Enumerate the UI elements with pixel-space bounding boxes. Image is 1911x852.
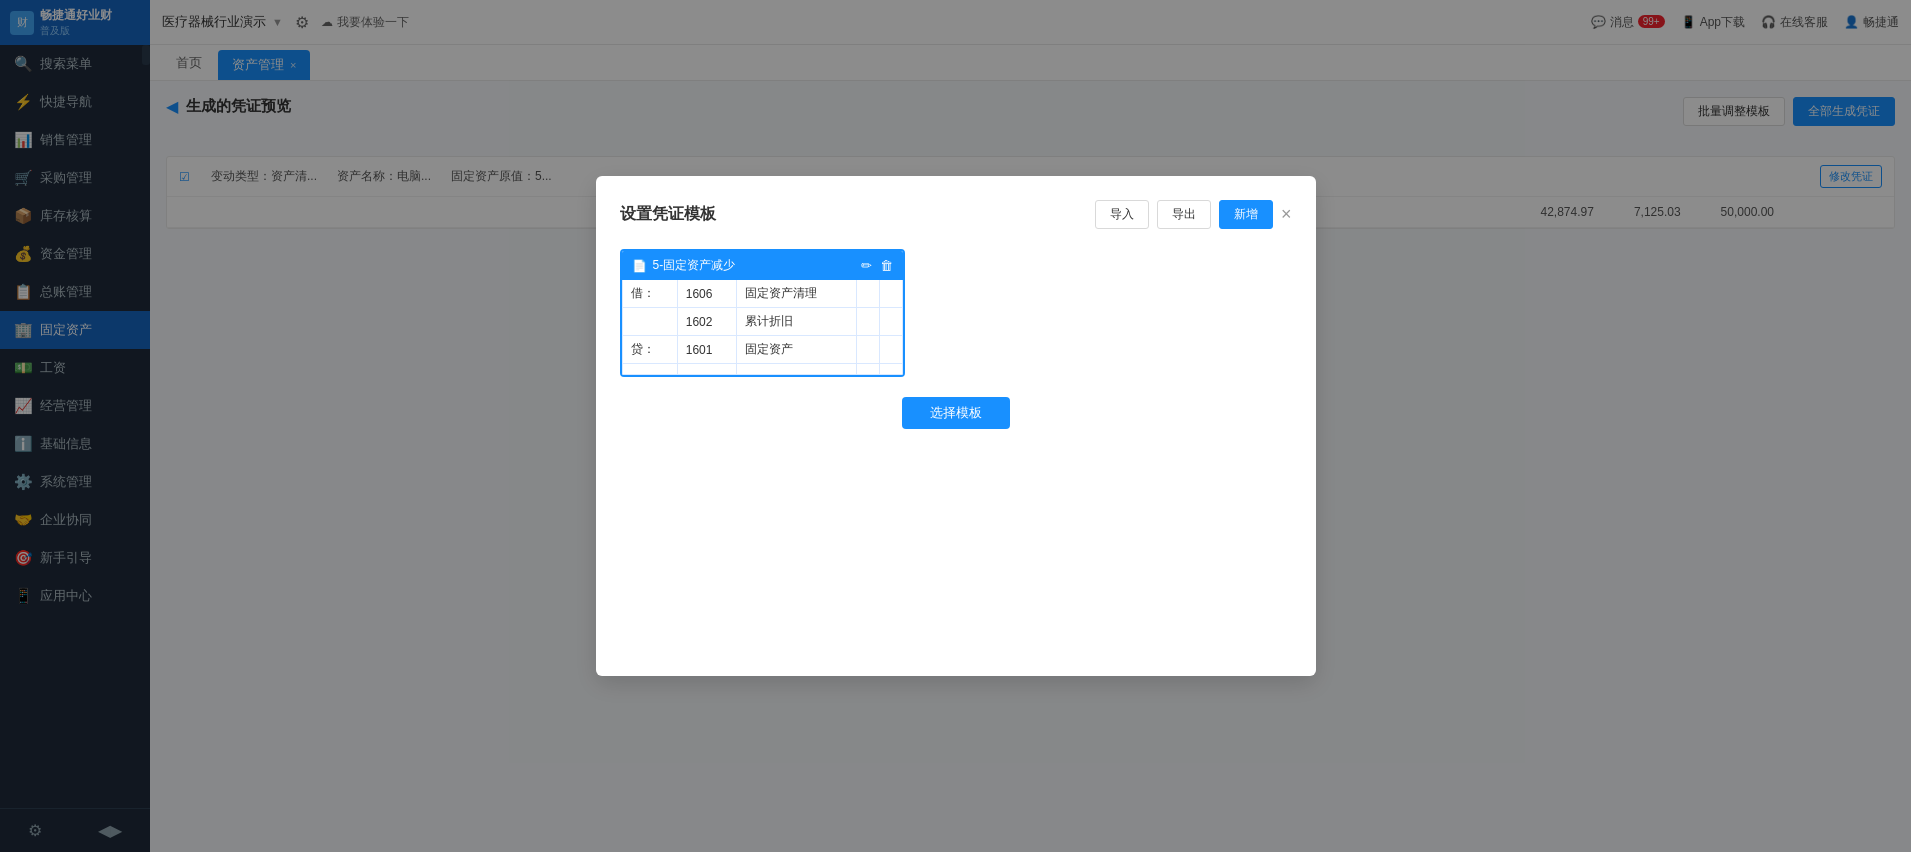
import-button[interactable]: 导入	[1095, 200, 1149, 229]
new-template-button[interactable]: 新增	[1219, 200, 1273, 229]
export-button[interactable]: 导出	[1157, 200, 1211, 229]
template-entry-row-2: 1602 累计折旧	[622, 308, 902, 336]
modal-overlay[interactable]: 设置凭证模板 导入 导出 新增 × 📄 5-固定资产减少	[0, 0, 1911, 852]
template-entry-row-empty	[622, 364, 902, 375]
template-entry-row-1: 借： 1606 固定资产清理	[622, 280, 902, 308]
entry-side-1: 借：	[622, 280, 677, 308]
modal-title: 设置凭证模板	[620, 204, 716, 225]
modal-actions: 导入 导出 新增	[1095, 200, 1273, 229]
template-header-left: 📄 5-固定资产减少	[632, 257, 736, 274]
entry-credit-2	[879, 308, 902, 336]
delete-template-icon[interactable]: 🗑	[880, 258, 893, 273]
modal-close-button[interactable]: ×	[1281, 204, 1292, 225]
entry-side-3: 贷：	[622, 336, 677, 364]
entry-empty-4	[856, 364, 879, 375]
entry-debit-3	[856, 336, 879, 364]
entry-empty-5	[879, 364, 902, 375]
entry-side-2	[622, 308, 677, 336]
template-card: 📄 5-固定资产减少 ✏ 🗑 借： 1606 固定资产清理	[620, 249, 905, 377]
template-entry-row-3: 贷： 1601 固定资产	[622, 336, 902, 364]
entry-code-1: 1606	[677, 280, 736, 308]
entry-credit-1	[879, 280, 902, 308]
entry-code-2: 1602	[677, 308, 736, 336]
template-doc-icon: 📄	[632, 259, 647, 273]
template-card-header: 📄 5-固定资产减少 ✏ 🗑	[622, 251, 903, 280]
edit-template-icon[interactable]: ✏	[861, 258, 872, 273]
template-entries-table: 借： 1606 固定资产清理 1602 累计折旧 贷：	[622, 280, 903, 375]
entry-debit-1	[856, 280, 879, 308]
entry-credit-3	[879, 336, 902, 364]
entry-empty-3	[736, 364, 856, 375]
entry-empty-1	[622, 364, 677, 375]
entry-subject-3: 固定资产	[736, 336, 856, 364]
entry-subject-2: 累计折旧	[736, 308, 856, 336]
modal-header: 设置凭证模板 导入 导出 新增 ×	[620, 200, 1292, 229]
select-template-button[interactable]: 选择模板	[902, 397, 1010, 429]
entry-code-3: 1601	[677, 336, 736, 364]
entry-subject-1: 固定资产清理	[736, 280, 856, 308]
template-card-actions: ✏ 🗑	[861, 258, 893, 273]
entry-debit-2	[856, 308, 879, 336]
template-modal: 设置凭证模板 导入 导出 新增 × 📄 5-固定资产减少	[596, 176, 1316, 676]
entry-empty-2	[677, 364, 736, 375]
template-number-name: 5-固定资产减少	[653, 257, 736, 274]
